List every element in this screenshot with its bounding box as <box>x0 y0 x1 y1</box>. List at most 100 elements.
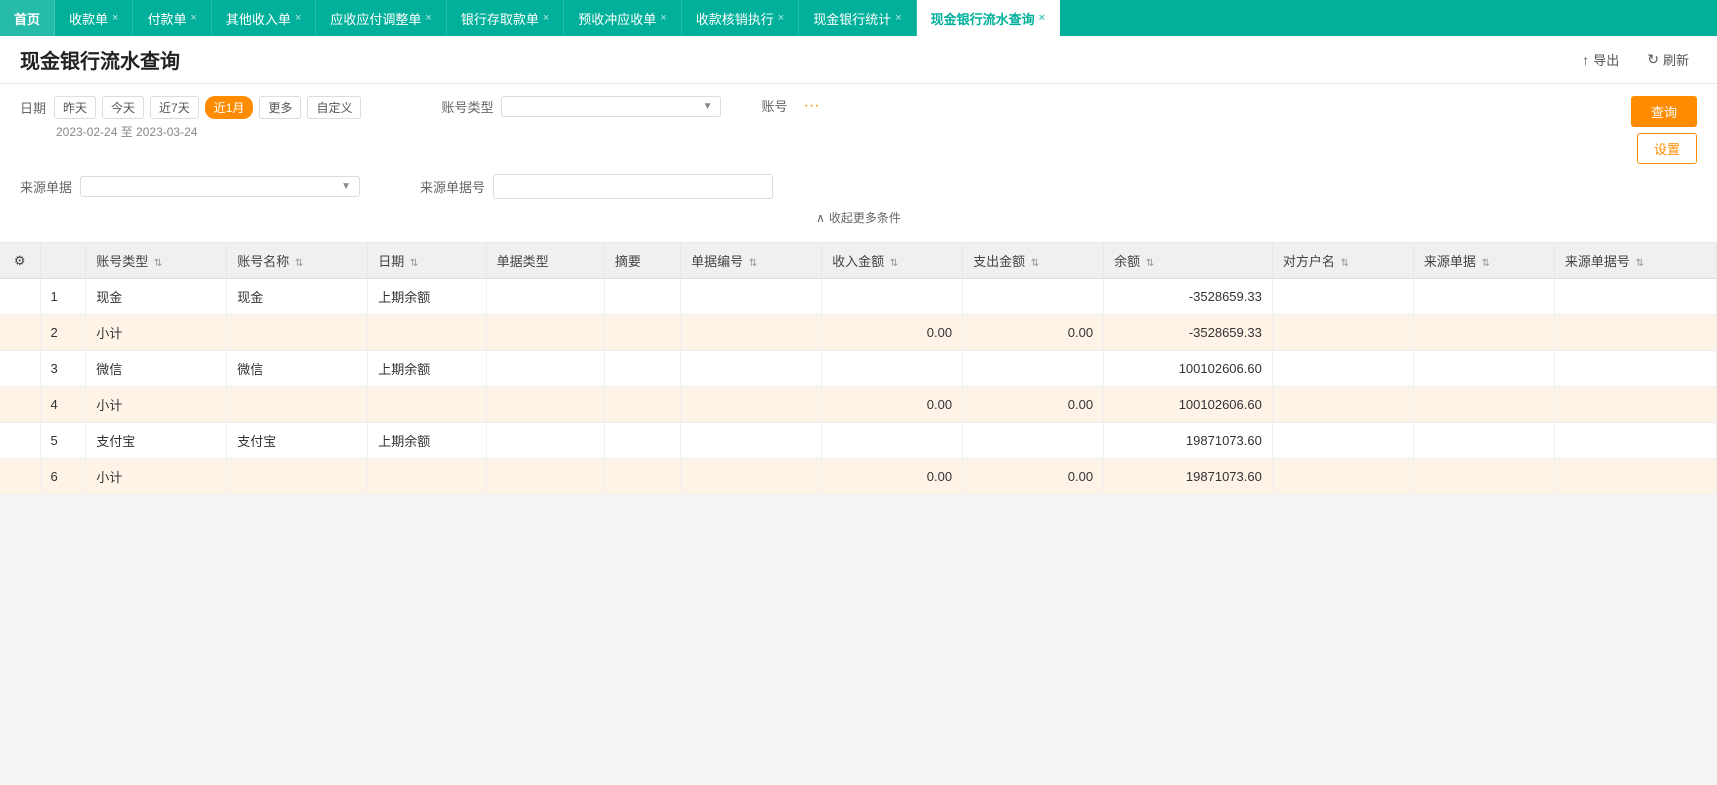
date-btn-1month[interactable]: 近1月 <box>205 96 254 119</box>
td-income: 0.00 <box>822 387 963 423</box>
th-source-doc[interactable]: 来源单据 ⇅ <box>1413 243 1554 279</box>
td-gear <box>0 459 40 495</box>
th-source-doc-num[interactable]: 来源单据号 ⇅ <box>1554 243 1716 279</box>
nav-tab-collect-verify-label: 收款核销执行 <box>696 9 774 28</box>
td-source-doc-num <box>1554 279 1716 315</box>
td-summary <box>604 351 680 387</box>
sort-icon: ⇅ <box>749 258 757 269</box>
export-icon: ↑ <box>1582 52 1589 68</box>
td-doc-type <box>486 315 604 351</box>
refresh-button[interactable]: ↻ 刷新 <box>1639 46 1697 73</box>
nav-tab-other-income[interactable]: 其他收入单 × <box>212 0 316 36</box>
td-source-doc-num <box>1554 351 1716 387</box>
td-expense <box>963 279 1104 315</box>
nav-tab-other-income-label: 其他收入单 <box>226 9 291 28</box>
td-row-num: 4 <box>40 387 86 423</box>
th-expense[interactable]: 支出金额 ⇅ <box>963 243 1104 279</box>
nav-tab-cash-bank-stat[interactable]: 现金银行统计 × <box>799 0 916 36</box>
td-expense <box>963 351 1104 387</box>
collapse-icon: ∧ <box>816 211 825 225</box>
nav-tab-home-label: 首页 <box>14 9 40 28</box>
td-income: 0.00 <box>822 315 963 351</box>
td-counterparty <box>1272 315 1413 351</box>
td-income <box>822 423 963 459</box>
source-doc-num-input[interactable] <box>493 174 773 199</box>
close-icon[interactable]: × <box>112 12 118 24</box>
td-summary <box>604 279 680 315</box>
nav-tab-cash-bank-flow[interactable]: 现金银行流水查询 × <box>917 0 1060 36</box>
td-doc-num <box>681 279 822 315</box>
sort-icon: ⇅ <box>410 258 418 269</box>
nav-tab-advance-offset[interactable]: 预收冲应收单 × <box>564 0 681 36</box>
th-income[interactable]: 收入金额 ⇅ <box>822 243 963 279</box>
td-date: 上期余额 <box>368 351 486 387</box>
td-balance: -3528659.33 <box>1104 315 1273 351</box>
th-doc-num[interactable]: 单据编号 ⇅ <box>681 243 822 279</box>
export-button[interactable]: ↑ 导出 <box>1574 46 1627 73</box>
th-balance[interactable]: 余额 ⇅ <box>1104 243 1273 279</box>
sort-icon: ⇅ <box>1340 258 1348 269</box>
td-account-name: 微信 <box>227 351 368 387</box>
close-icon[interactable]: × <box>543 12 549 24</box>
td-source-doc <box>1413 387 1554 423</box>
nav-tab-bank-deposit[interactable]: 银行存取款单 × <box>447 0 564 36</box>
search-button[interactable]: 查询 <box>1631 96 1697 127</box>
td-expense <box>963 423 1104 459</box>
date-btn-custom[interactable]: 自定义 <box>307 96 361 119</box>
td-source-doc-num <box>1554 459 1716 495</box>
close-icon[interactable]: × <box>425 12 431 24</box>
td-gear <box>0 423 40 459</box>
td-account-type: 现金 <box>86 279 227 315</box>
nav-tab-payment[interactable]: 付款单 × <box>133 0 211 36</box>
td-doc-num <box>681 459 822 495</box>
td-doc-type <box>486 423 604 459</box>
nav-tab-receipt-label: 收款单 <box>69 9 108 28</box>
td-balance: 19871073.60 <box>1104 423 1273 459</box>
nav-tab-receipt[interactable]: 收款单 × <box>55 0 133 36</box>
sort-icon: ⇅ <box>1146 258 1154 269</box>
table-row: 4小计0.000.00100102606.60 <box>0 387 1717 423</box>
nav-tab-home[interactable]: 首页 <box>0 0 55 36</box>
nav-tab-ar-adjust[interactable]: 应收应付调整单 × <box>316 0 446 36</box>
data-table-wrapper: ⚙ 账号类型 ⇅ 账号名称 ⇅ 日期 ⇅ 单据类型 摘要 单据编号 ⇅ 收入金额… <box>0 243 1717 495</box>
date-btn-today[interactable]: 今天 <box>102 96 144 119</box>
th-counterparty[interactable]: 对方户名 ⇅ <box>1272 243 1413 279</box>
date-btn-yesterday[interactable]: 昨天 <box>54 96 96 119</box>
close-icon[interactable]: × <box>1039 12 1045 24</box>
td-gear <box>0 279 40 315</box>
td-counterparty <box>1272 459 1413 495</box>
close-icon[interactable]: × <box>660 12 666 24</box>
filter-area: 日期 昨天 今天 近7天 近1月 更多 自定义 2023-02-24 至 202… <box>0 84 1717 243</box>
close-icon[interactable]: × <box>895 12 901 24</box>
td-date: 上期余额 <box>368 279 486 315</box>
th-gear[interactable]: ⚙ <box>0 243 40 279</box>
nav-tab-advance-offset-label: 预收冲应收单 <box>578 9 656 28</box>
td-doc-num <box>681 351 822 387</box>
account-type-select[interactable]: ▼ <box>501 96 721 117</box>
th-date[interactable]: 日期 ⇅ <box>368 243 486 279</box>
td-account-name <box>227 459 368 495</box>
nav-tab-cash-bank-stat-label: 现金银行统计 <box>813 9 891 28</box>
settings-button[interactable]: 设置 <box>1637 133 1697 164</box>
td-source-doc-num <box>1554 315 1716 351</box>
close-icon[interactable]: × <box>778 12 784 24</box>
source-doc-select[interactable]: ▼ <box>80 176 360 197</box>
td-account-name <box>227 315 368 351</box>
td-counterparty <box>1272 423 1413 459</box>
date-btn-more[interactable]: 更多 <box>259 96 301 119</box>
data-table: ⚙ 账号类型 ⇅ 账号名称 ⇅ 日期 ⇅ 单据类型 摘要 单据编号 ⇅ 收入金额… <box>0 243 1717 495</box>
close-icon[interactable]: × <box>190 12 196 24</box>
td-doc-type <box>486 387 604 423</box>
collapse-bar[interactable]: ∧ 收起更多条件 <box>20 205 1697 230</box>
th-account-name[interactable]: 账号名称 ⇅ <box>227 243 368 279</box>
date-buttons: 昨天 今天 近7天 近1月 更多 自定义 <box>54 96 361 119</box>
td-balance: 19871073.60 <box>1104 459 1273 495</box>
date-btn-7days[interactable]: 近7天 <box>150 96 199 119</box>
nav-tab-collect-verify[interactable]: 收款核销执行 × <box>682 0 799 36</box>
th-account-type[interactable]: 账号类型 ⇅ <box>86 243 227 279</box>
table-row: 6小计0.000.0019871073.60 <box>0 459 1717 495</box>
td-counterparty <box>1272 387 1413 423</box>
account-dots-button[interactable]: ··· <box>795 97 827 115</box>
table-row: 5支付宝支付宝上期余额19871073.60 <box>0 423 1717 459</box>
close-icon[interactable]: × <box>295 12 301 24</box>
